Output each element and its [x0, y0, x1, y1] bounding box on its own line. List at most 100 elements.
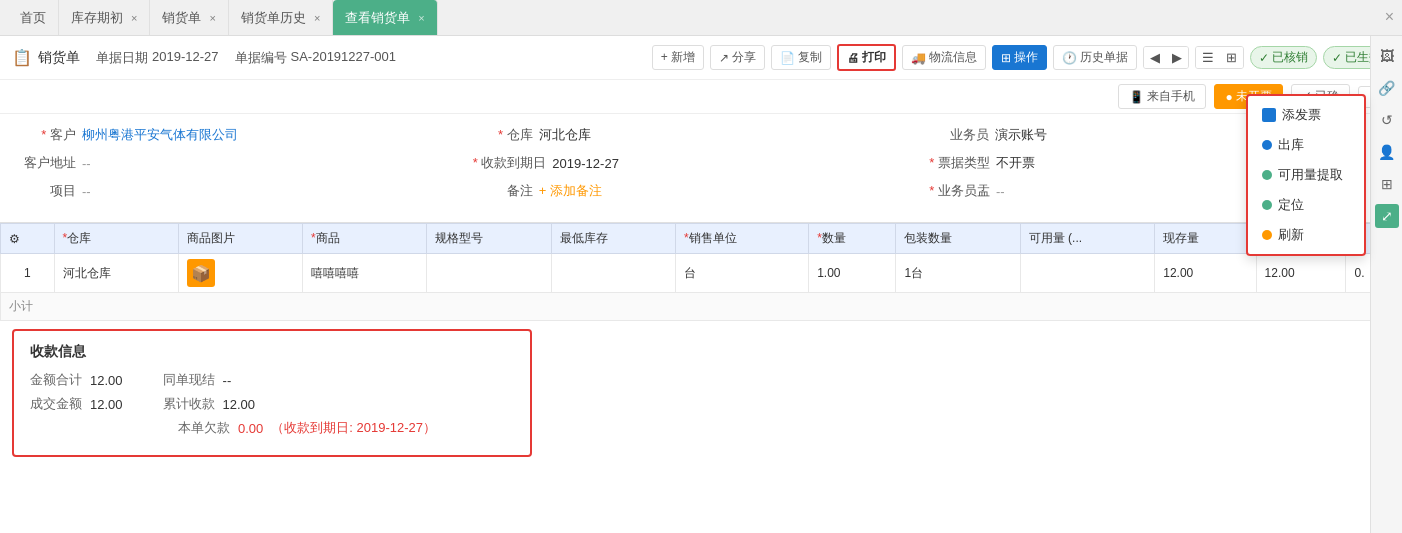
- payment-date-field: * 收款到期日 2019-12-27: [473, 154, 930, 172]
- history-icon: 🕐: [1062, 51, 1077, 65]
- th-min-stock: 最低库存: [551, 224, 675, 254]
- sidebar-refresh-icon[interactable]: ↺: [1375, 108, 1399, 132]
- outbound-icon: [1262, 140, 1272, 150]
- th-spec: 规格型号: [427, 224, 551, 254]
- cell-stock: 12.00: [1155, 254, 1256, 293]
- subtotal-label: 小计: [1, 293, 1402, 321]
- available-qty-icon: [1262, 170, 1272, 180]
- note-label: 备注: [473, 182, 533, 200]
- cumulative-item: 累计收款 12.00: [163, 395, 256, 413]
- sidebar-user-icon[interactable]: 👤: [1375, 140, 1399, 164]
- right-sidebar: 🖼 🔗 ↺ 👤 ⊞ ⤢: [1370, 36, 1402, 533]
- outbound-label: 出库: [1278, 136, 1304, 154]
- th-settings[interactable]: ⚙: [1, 224, 55, 254]
- locate-item[interactable]: 定位: [1248, 190, 1364, 220]
- due-date-note: （收款到期日: 2019-12-27）: [271, 419, 436, 437]
- balance-value: 0.00: [238, 421, 263, 436]
- tab-sales-close[interactable]: ×: [209, 12, 215, 24]
- tab-inventory[interactable]: 库存期初 ×: [59, 0, 150, 35]
- operation-button[interactable]: ⊞ 操作: [992, 45, 1047, 70]
- tab-sales-history[interactable]: 销货单历史 ×: [229, 0, 333, 35]
- share-button[interactable]: ↗ 分享: [710, 45, 765, 70]
- address-value: --: [82, 156, 91, 171]
- project-field: 项目 --: [16, 182, 473, 200]
- sidebar-link-icon[interactable]: 🔗: [1375, 76, 1399, 100]
- main-content: 📋 销货单 单据日期 2019-12-27 单据编号 SA-20191227-0…: [0, 36, 1402, 533]
- window-close-button[interactable]: ×: [1385, 8, 1394, 26]
- sidebar-image-icon[interactable]: 🖼: [1375, 44, 1399, 68]
- employee2-label: * 业务员盂: [929, 182, 990, 200]
- sales-order-icon: 📋: [12, 48, 32, 67]
- project-label: 项目: [16, 182, 76, 200]
- ci-row-3: 本单欠款 0.00 （收款到期日: 2019-12-27）: [30, 419, 514, 437]
- cell-min-stock: [551, 254, 675, 293]
- customer-field: * 客户 柳州粤港平安气体有限公司: [16, 126, 473, 144]
- form-area: * 客户 柳州粤港平安气体有限公司 * 仓库 河北仓库 业务员 演示账号: [0, 114, 1402, 222]
- same-order-label: 同单现结: [163, 371, 215, 389]
- add-invoice-icon: [1262, 108, 1276, 122]
- tab-sales[interactable]: 销货单 ×: [150, 0, 228, 35]
- date-meta: 单据日期 2019-12-27: [96, 49, 219, 67]
- outbound-item[interactable]: 出库: [1248, 130, 1364, 160]
- from-phone-button[interactable]: 📱 来自手机: [1118, 84, 1206, 109]
- cell-unit-price: 12.00: [1256, 254, 1346, 293]
- employee-value: 演示账号: [995, 126, 1047, 144]
- locate-label: 定位: [1278, 196, 1304, 214]
- logistics-button[interactable]: 🚚 物流信息: [902, 45, 986, 70]
- grid-view-button[interactable]: ⊞: [1220, 47, 1243, 68]
- tab-sales-history-close[interactable]: ×: [314, 12, 320, 24]
- product-img-placeholder: 📦: [187, 259, 215, 287]
- cell-index: 1: [1, 254, 55, 293]
- ci-row-2: 成交金额 12.00 累计收款 12.00: [30, 395, 514, 413]
- history-button[interactable]: 🕐 历史单据: [1053, 45, 1137, 70]
- th-package-qty: 包装数量: [896, 224, 1020, 254]
- form-row-3: 项目 -- 备注 + 添加备注 * 业务员盂 --: [16, 182, 1386, 200]
- tab-inventory-close[interactable]: ×: [131, 12, 137, 24]
- refresh-icon: [1262, 230, 1272, 240]
- next-button[interactable]: ▶: [1166, 47, 1188, 68]
- cell-warehouse: 河北仓库: [54, 254, 178, 293]
- new-button[interactable]: + 新增: [652, 45, 704, 70]
- total-amount-label: 金额合计: [30, 371, 82, 389]
- table-header-row: ⚙ *仓库 商品图片 *商品 规格型号 最低库存 *销售单位 *数量 包装数量 …: [1, 224, 1402, 254]
- nav-arrows: ◀ ▶: [1143, 46, 1189, 69]
- status-sold-badge: ✓ 已核销: [1250, 46, 1317, 69]
- add-invoice-item[interactable]: 添发票: [1248, 100, 1364, 130]
- available-qty-item[interactable]: 可用量提取: [1248, 160, 1364, 190]
- same-order-item: 同单现结 --: [163, 371, 232, 389]
- cell-package-qty: 1台: [896, 254, 1020, 293]
- add-note-button[interactable]: + 添加备注: [539, 182, 602, 200]
- data-table-container: ⚙ *仓库 商品图片 *商品 规格型号 最低库存 *销售单位 *数量 包装数量 …: [0, 222, 1402, 321]
- date-value: 2019-12-27: [152, 49, 219, 67]
- cell-sales-unit: 台: [675, 254, 808, 293]
- collection-info-title: 收款信息: [30, 343, 514, 361]
- ticket-label: * 票据类型: [929, 154, 990, 172]
- tab-view-sales[interactable]: 查看销货单 ×: [333, 0, 437, 35]
- th-product-img: 商品图片: [178, 224, 302, 254]
- tab-view-sales-close[interactable]: ×: [418, 12, 424, 24]
- customer-value[interactable]: 柳州粤港平安气体有限公司: [82, 126, 238, 144]
- sidebar-grid-icon[interactable]: ⊞: [1375, 172, 1399, 196]
- balance-label: 本单欠款: [178, 419, 230, 437]
- note-field: 备注 + 添加备注: [473, 182, 930, 200]
- document-header: 📋 销货单 单据日期 2019-12-27 单据编号 SA-20191227-0…: [0, 36, 1402, 80]
- project-value: --: [82, 184, 91, 199]
- print-button[interactable]: 🖨 打印: [837, 44, 896, 71]
- copy-button[interactable]: 📄 复制: [771, 45, 831, 70]
- operation-icon: ⊞: [1001, 51, 1011, 65]
- product-image: 📦: [187, 259, 215, 287]
- number-label: 单据编号: [235, 49, 287, 67]
- refresh-item[interactable]: 刷新: [1248, 220, 1364, 250]
- warehouse-value: 河北仓库: [539, 126, 591, 144]
- tab-sales-history-label: 销货单历史: [241, 9, 306, 27]
- sidebar-expand-icon[interactable]: ⤢: [1375, 204, 1399, 228]
- same-order-value: --: [223, 373, 232, 388]
- phone-icon: 📱: [1129, 90, 1144, 104]
- tab-home[interactable]: 首页: [8, 0, 59, 35]
- warehouse-label: * 仓库: [473, 126, 533, 144]
- dot-icon: ●: [1225, 90, 1232, 104]
- address-label: 客户地址: [16, 154, 76, 172]
- list-view-button[interactable]: ☰: [1196, 47, 1220, 68]
- address-field: 客户地址 --: [16, 154, 473, 172]
- prev-button[interactable]: ◀: [1144, 47, 1166, 68]
